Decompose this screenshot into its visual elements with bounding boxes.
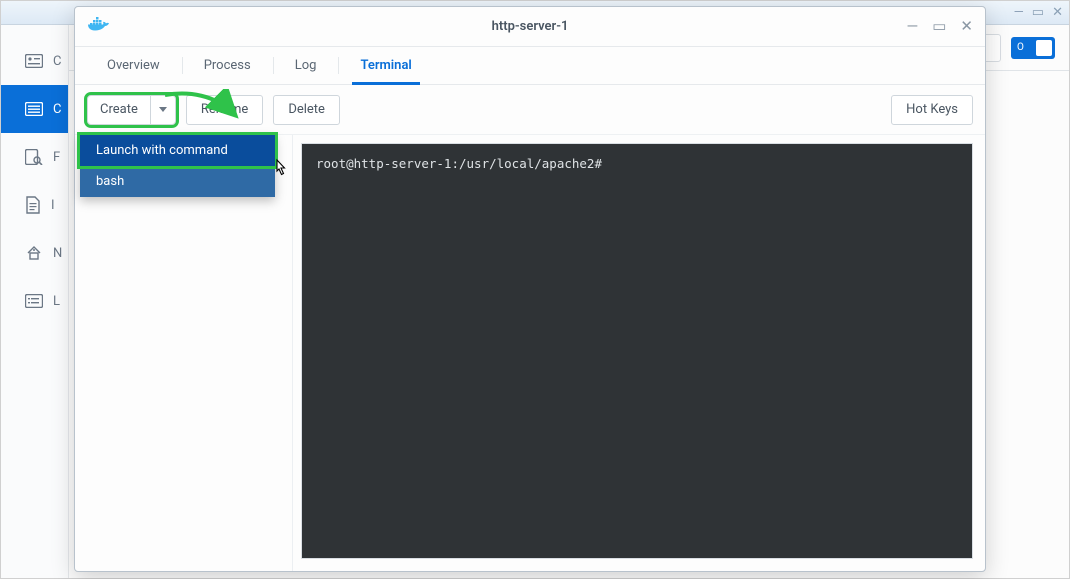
terminal-prompt-line: root@http-server-1:/usr/local/apache2# [316,156,602,171]
dropdown-item-label: Launch with command [96,143,228,158]
sidebar-item-label: C [53,102,61,117]
button-label: Hot Keys [906,102,958,117]
terminal-panel: root@http-server-1:/usr/local/apache2# [293,135,985,571]
sidebar-item-0[interactable]: C [1,37,68,85]
terminal-sessions-list: Launch with command bash [75,135,293,571]
dropdown-item-launch-with-command[interactable]: Launch with command [80,135,275,166]
sidebar-item-1[interactable]: C [1,85,68,133]
dropdown-item-bash[interactable]: bash [80,166,275,197]
minimize-button[interactable]: — [907,19,919,34]
bg-maximize-icon[interactable]: ▭ [1032,5,1044,20]
cursor-pointer-icon [270,158,290,186]
terminal-output[interactable]: root@http-server-1:/usr/local/apache2# [301,143,973,559]
bg-close-icon[interactable]: ✕ [1052,5,1063,20]
rename-button[interactable]: Rename [186,95,263,125]
network-icon [25,245,43,261]
docker-whale-icon [87,16,111,38]
sidebar-item-4[interactable]: N [1,229,68,277]
list-icon [25,102,43,116]
sidebar-item-label: F [53,150,60,165]
sidebar-item-3[interactable]: I [1,181,68,229]
tab-label: Log [295,58,317,73]
create-dropdown-caret[interactable] [150,96,175,124]
create-button-label: Create [88,96,150,124]
bg-toggle[interactable]: O [1011,37,1055,59]
sidebar-item-label: L [53,294,60,309]
maximize-button[interactable]: ▭ [932,19,946,34]
container-detail-window: http-server-1 — ▭ ✕ Overview Process Log… [74,6,986,572]
tab-log[interactable]: Log [273,47,339,84]
dropdown-item-label: bash [96,174,124,189]
modal-toolbar: Create Rename Delete Hot Keys [75,85,985,135]
sidebar-item-5[interactable]: L [1,277,68,325]
sidebar-item-2[interactable]: F [1,133,68,181]
document-icon [25,196,41,214]
log-icon [25,294,43,308]
sidebar-item-label: N [53,246,62,261]
modal-title: http-server-1 [75,19,985,34]
tab-label: Process [204,58,251,73]
hotkeys-button[interactable]: Hot Keys [891,95,973,125]
tab-terminal[interactable]: Terminal [338,47,433,84]
card-icon [25,54,43,68]
chevron-down-icon [159,107,167,112]
tab-overview[interactable]: Overview [85,47,182,84]
bg-minimize-icon[interactable]: — [1014,5,1024,20]
button-label: Rename [201,102,248,117]
bg-sidebar: C C F I N [1,25,69,578]
button-label: Delete [288,102,325,117]
close-button[interactable]: ✕ [960,19,973,34]
tab-label: Terminal [360,58,411,73]
modal-titlebar[interactable]: http-server-1 — ▭ ✕ [75,7,985,47]
sidebar-item-label: C [53,54,61,69]
tab-process[interactable]: Process [182,47,273,84]
delete-button[interactable]: Delete [273,95,340,125]
create-button[interactable]: Create [87,95,176,125]
create-dropdown-menu: Launch with command bash [80,135,275,197]
modal-tabs: Overview Process Log Terminal [75,47,985,85]
tab-label: Overview [107,58,160,73]
toggle-knob [1036,40,1052,56]
modal-body: Launch with command bash root@http-serve… [75,135,985,571]
search-doc-icon [25,149,43,165]
sidebar-item-label: I [51,198,55,213]
toggle-on-label: O [1017,42,1024,53]
